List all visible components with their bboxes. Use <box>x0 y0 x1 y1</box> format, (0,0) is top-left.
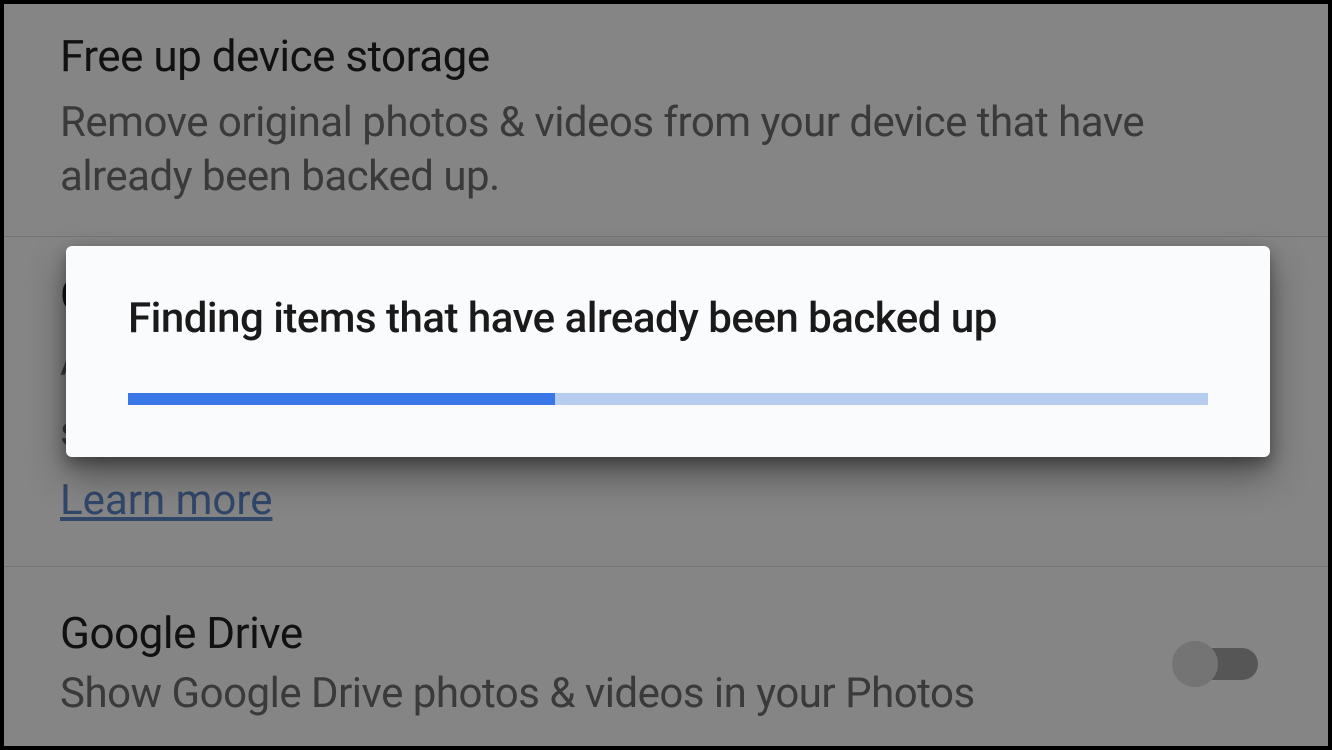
progress-dialog: Finding items that have already been bac… <box>66 246 1270 457</box>
progress-bar <box>128 393 1208 405</box>
dialog-title: Finding items that have already been bac… <box>128 294 1208 343</box>
progress-bar-fill <box>128 393 555 405</box>
